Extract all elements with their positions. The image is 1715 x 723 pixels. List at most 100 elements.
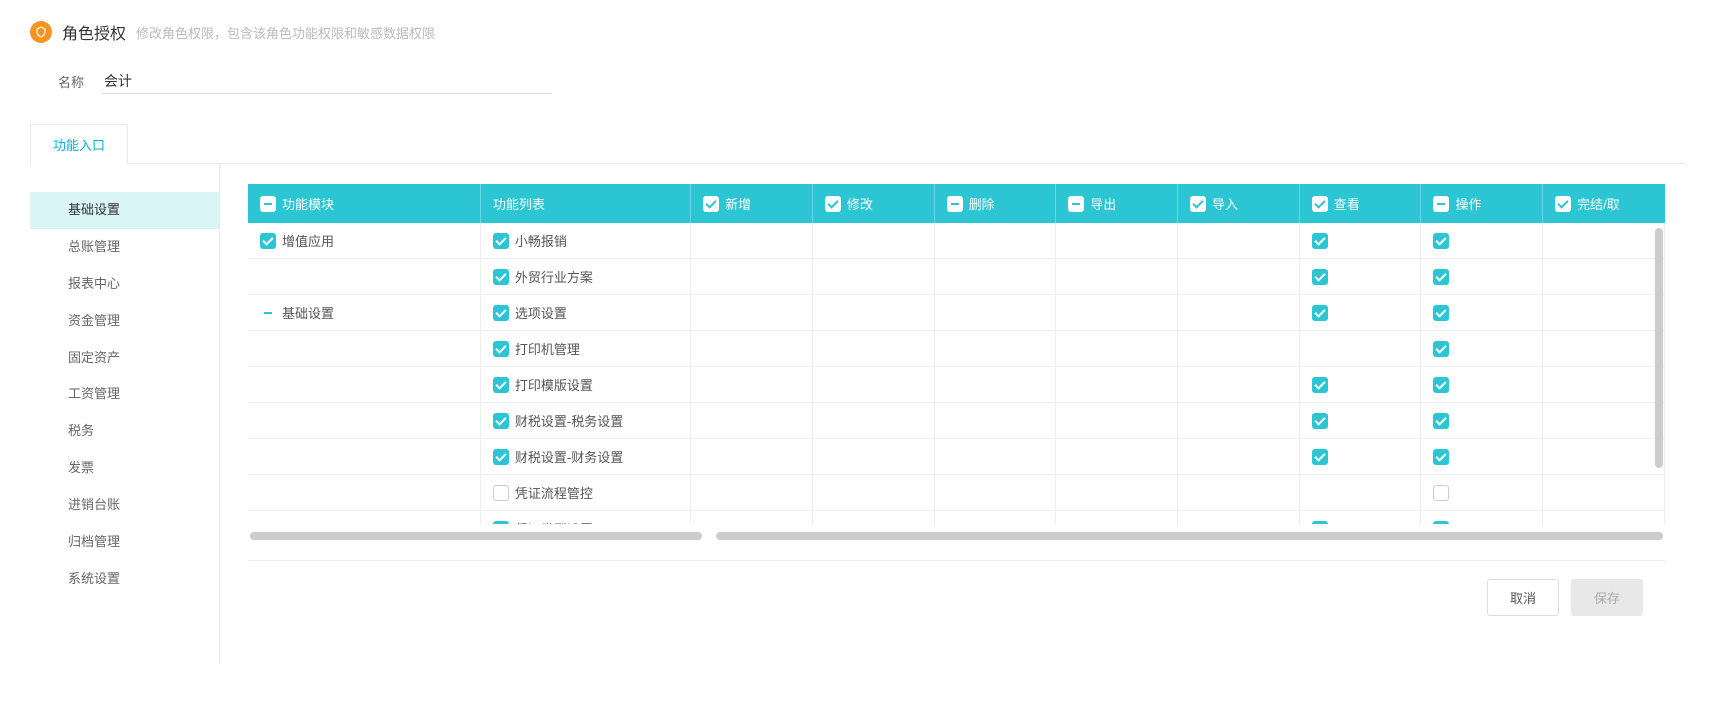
column-label: 功能模块	[282, 194, 334, 213]
function-label: 财税设置-税务设置	[515, 411, 623, 430]
column-header: 功能模块	[248, 184, 480, 223]
table-row: 财税设置-财务设置	[248, 439, 1665, 475]
checkbox[interactable]	[1433, 377, 1449, 393]
checkbox[interactable]	[493, 233, 509, 249]
checkbox[interactable]	[1068, 196, 1084, 212]
checkbox[interactable]	[1312, 233, 1328, 249]
checkbox[interactable]	[1433, 521, 1449, 524]
column-label: 修改	[847, 194, 873, 213]
page-header: 角色授权 修改角色权限，包含该角色功能权限和敏感数据权限	[30, 20, 1685, 44]
horizontal-scrollbar[interactable]	[248, 532, 1665, 540]
main-panel: 功能模块 功能列表 新增 修改 删除 导出 导入 查看 操作 完结/取 增值应用小畅报销外贸行业方…	[220, 164, 1685, 664]
checkbox[interactable]	[1555, 196, 1571, 212]
checkbox[interactable]	[260, 196, 276, 212]
cancel-button[interactable]: 取消	[1487, 579, 1559, 616]
column-header: 查看	[1299, 184, 1421, 223]
checkbox[interactable]	[1312, 413, 1328, 429]
column-label: 导入	[1212, 194, 1238, 213]
checkbox[interactable]	[703, 196, 719, 212]
column-label: 完结/取	[1577, 194, 1620, 213]
checkbox[interactable]	[493, 305, 509, 321]
column-label: 操作	[1455, 194, 1481, 213]
checkbox[interactable]	[1433, 341, 1449, 357]
sidebar-item[interactable]: 报表中心	[30, 266, 219, 303]
column-label: 新增	[725, 194, 751, 213]
module-label: 增值应用	[282, 231, 334, 250]
table-row: 凭证类型设置	[248, 511, 1665, 525]
sidebar-item[interactable]: 基础设置	[30, 192, 219, 229]
checkbox[interactable]	[1312, 305, 1328, 321]
table-row: 凭证流程管控	[248, 475, 1665, 511]
checkbox[interactable]	[1433, 413, 1449, 429]
sidebar-item[interactable]: 总账管理	[30, 229, 219, 266]
column-label: 功能列表	[493, 194, 545, 213]
checkbox[interactable]	[1312, 449, 1328, 465]
function-label: 凭证流程管控	[515, 483, 593, 502]
checkbox[interactable]	[1190, 196, 1206, 212]
sidebar-item[interactable]: 系统设置	[30, 561, 219, 598]
column-header: 导入	[1178, 184, 1300, 223]
sidebar-item[interactable]: 工资管理	[30, 376, 219, 413]
function-label: 外贸行业方案	[515, 267, 593, 286]
sidebar-item[interactable]: 归档管理	[30, 524, 219, 561]
sidebar: 基础设置总账管理报表中心资金管理固定资产工资管理税务发票进销台账归档管理系统设置	[30, 164, 220, 664]
save-button[interactable]: 保存	[1571, 579, 1643, 616]
name-input[interactable]	[102, 69, 552, 94]
column-header: 新增	[691, 184, 813, 223]
sidebar-item[interactable]: 进销台账	[30, 487, 219, 524]
checkbox[interactable]	[1433, 305, 1449, 321]
checkbox[interactable]	[1312, 269, 1328, 285]
checkbox[interactable]	[260, 305, 276, 321]
footer-actions: 取消 保存	[248, 560, 1665, 634]
tab-function-entry[interactable]: 功能入口	[30, 124, 128, 164]
name-field-row: 名称	[58, 69, 1685, 94]
table-row: 基础设置选项设置	[248, 295, 1665, 331]
checkbox[interactable]	[1433, 485, 1449, 501]
checkbox[interactable]	[1312, 377, 1328, 393]
name-label: 名称	[58, 72, 84, 91]
checkbox[interactable]	[493, 449, 509, 465]
column-label: 导出	[1090, 194, 1116, 213]
function-label: 凭证类型设置	[515, 519, 593, 524]
column-header: 删除	[934, 184, 1056, 223]
sidebar-item[interactable]: 税务	[30, 413, 219, 450]
function-label: 财税设置-财务设置	[515, 447, 623, 466]
vertical-scrollbar[interactable]	[1655, 228, 1663, 468]
table-row: 打印模版设置	[248, 367, 1665, 403]
column-header: 修改	[812, 184, 934, 223]
column-header: 完结/取	[1543, 184, 1665, 223]
checkbox[interactable]	[1433, 196, 1449, 212]
module-label: 基础设置	[282, 303, 334, 322]
permission-table-wrap[interactable]: 功能模块 功能列表 新增 修改 删除 导出 导入 查看 操作 完结/取 增值应用小畅报销外贸行业方…	[248, 184, 1665, 524]
checkbox[interactable]	[493, 377, 509, 393]
checkbox[interactable]	[1433, 233, 1449, 249]
checkbox[interactable]	[493, 341, 509, 357]
column-header: 操作	[1421, 184, 1543, 223]
checkbox[interactable]	[1312, 521, 1328, 524]
page-subtitle: 修改角色权限，包含该角色功能权限和敏感数据权限	[136, 23, 435, 42]
checkbox[interactable]	[493, 485, 509, 501]
checkbox[interactable]	[493, 269, 509, 285]
shield-icon	[30, 21, 52, 43]
checkbox[interactable]	[1312, 196, 1328, 212]
sidebar-item[interactable]: 资金管理	[30, 303, 219, 340]
sidebar-item[interactable]: 发票	[30, 450, 219, 487]
column-header: 功能列表	[480, 184, 690, 223]
tabs: 功能入口	[30, 124, 1685, 164]
column-label: 删除	[969, 194, 995, 213]
checkbox[interactable]	[825, 196, 841, 212]
checkbox[interactable]	[493, 413, 509, 429]
checkbox[interactable]	[1433, 269, 1449, 285]
checkbox[interactable]	[947, 196, 963, 212]
column-label: 查看	[1334, 194, 1360, 213]
table-row: 财税设置-税务设置	[248, 403, 1665, 439]
table-row: 外贸行业方案	[248, 259, 1665, 295]
function-label: 打印模版设置	[515, 375, 593, 394]
checkbox[interactable]	[1433, 449, 1449, 465]
checkbox[interactable]	[493, 521, 509, 525]
checkbox[interactable]	[260, 233, 276, 249]
table-row: 增值应用小畅报销	[248, 223, 1665, 259]
function-label: 打印机管理	[515, 339, 580, 358]
table-row: 打印机管理	[248, 331, 1665, 367]
sidebar-item[interactable]: 固定资产	[30, 340, 219, 377]
